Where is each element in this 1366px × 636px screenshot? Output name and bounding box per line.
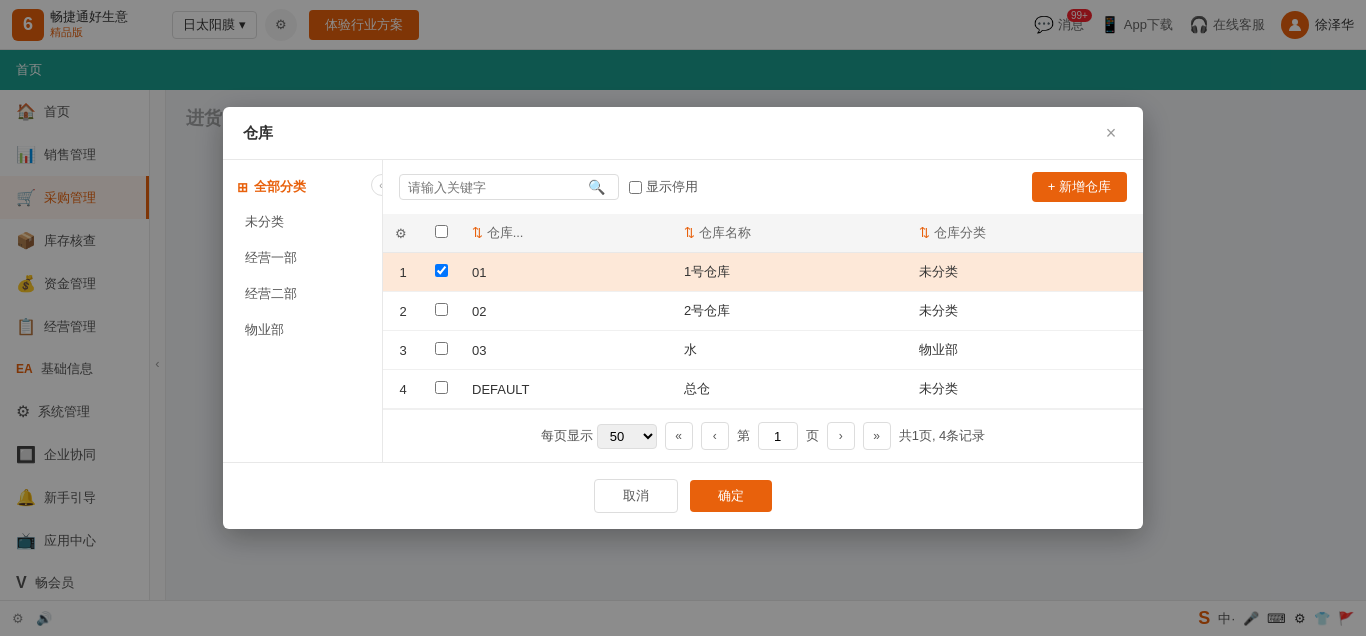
row-category-1: 未分类 [907,253,1143,292]
sort-icon-cat: ⇅ [919,225,930,240]
dialog-footer: 取消 确定 [223,462,1143,529]
table-row[interactable]: 3 03 水 物业部 [383,331,1143,370]
table-row[interactable]: 4 DEFAULT 总仓 未分类 [383,370,1143,409]
category-item-2[interactable]: 经营二部 [223,276,382,312]
warehouse-table: ⚙ ⇅ 仓库... ⇅ [383,214,1143,409]
row-num-1: 1 [383,253,423,292]
table-row[interactable]: 2 02 2号仓库 未分类 [383,292,1143,331]
row-code-2: 02 [460,292,672,331]
dialog-header: 仓库 × [223,107,1143,160]
show-disabled-label: 显示停用 [646,178,698,196]
table-head: ⚙ ⇅ 仓库... ⇅ [383,214,1143,253]
dialog-close-button[interactable]: × [1099,121,1123,145]
select-all-checkbox[interactable] [435,225,448,238]
sort-icon-name: ⇅ [684,225,695,240]
row-num-2: 2 [383,292,423,331]
th-code: ⇅ 仓库... [460,214,672,253]
warehouse-dialog: 仓库 × ⊞ 全部分类 未分类 经营一部 经营二部 物业部 « [223,107,1143,529]
row-category-2: 未分类 [907,292,1143,331]
row-num-4: 4 [383,370,423,409]
show-disabled-checkbox[interactable]: 显示停用 [629,178,698,196]
per-page-label: 每页显示 [541,427,593,445]
add-warehouse-button[interactable]: + 新增仓库 [1032,172,1127,202]
row-name-3: 水 [672,331,908,370]
table-scroll-area: ⚙ ⇅ 仓库... ⇅ [383,214,1143,409]
next-page-button[interactable]: › [827,422,855,450]
th-check [423,214,460,253]
dialog-overlay: 仓库 × ⊞ 全部分类 未分类 经营一部 经营二部 物业部 « [0,0,1366,636]
table-body: 1 01 1号仓库 未分类 2 02 2号仓库 [383,253,1143,409]
category-all[interactable]: ⊞ 全部分类 [223,170,382,204]
dialog-body: ⊞ 全部分类 未分类 经营一部 经营二部 物业部 « 🔍 [223,160,1143,462]
th-gear: ⚙ [383,214,423,253]
pagination-bar: 每页显示 50 100 200 « ‹ 第 页 › » 共1页, 4条记录 [383,409,1143,462]
show-disabled-input[interactable] [629,181,642,194]
page-suffix: 页 [806,427,819,445]
per-page-select: 每页显示 50 100 200 [541,424,657,449]
category-sidebar: ⊞ 全部分类 未分类 经营一部 经营二部 物业部 « [223,160,383,462]
first-page-button[interactable]: « [665,422,693,450]
th-category: ⇅ 仓库分类 [907,214,1143,253]
last-page-button[interactable]: » [863,422,891,450]
row-check-2[interactable] [423,292,460,331]
row-category-3: 物业部 [907,331,1143,370]
prev-page-button[interactable]: ‹ [701,422,729,450]
page-label: 第 [737,427,750,445]
table-toolbar: 🔍 显示停用 + 新增仓库 [383,160,1143,214]
total-info: 共1页, 4条记录 [899,427,986,445]
confirm-button[interactable]: 确定 [690,480,772,512]
search-input[interactable] [408,180,588,195]
row-name-1: 1号仓库 [672,253,908,292]
row-check-3[interactable] [423,331,460,370]
row-check-4[interactable] [423,370,460,409]
search-wrap: 🔍 [399,174,619,200]
search-icon[interactable]: 🔍 [588,179,605,195]
row-category-4: 未分类 [907,370,1143,409]
row-name-2: 2号仓库 [672,292,908,331]
category-item-3[interactable]: 物业部 [223,312,382,348]
gear-header-icon: ⚙ [395,226,407,241]
table-header-row: ⚙ ⇅ 仓库... ⇅ [383,214,1143,253]
sort-icon: ⇅ [472,225,483,240]
category-item-0[interactable]: 未分类 [223,204,382,240]
row-num-3: 3 [383,331,423,370]
row-code-4: DEFAULT [460,370,672,409]
row-name-4: 总仓 [672,370,908,409]
dialog-title: 仓库 [243,124,273,143]
row-code-3: 03 [460,331,672,370]
category-all-label: 全部分类 [254,178,306,196]
grid-icon: ⊞ [237,180,248,195]
page-number-input[interactable] [758,422,798,450]
per-page-dropdown[interactable]: 50 100 200 [597,424,657,449]
th-name: ⇅ 仓库名称 [672,214,908,253]
cancel-button[interactable]: 取消 [594,479,678,513]
row-check-1[interactable] [423,253,460,292]
category-item-1[interactable]: 经营一部 [223,240,382,276]
table-row[interactable]: 1 01 1号仓库 未分类 [383,253,1143,292]
row-code-1: 01 [460,253,672,292]
table-area: 🔍 显示停用 + 新增仓库 ⚙ [383,160,1143,462]
